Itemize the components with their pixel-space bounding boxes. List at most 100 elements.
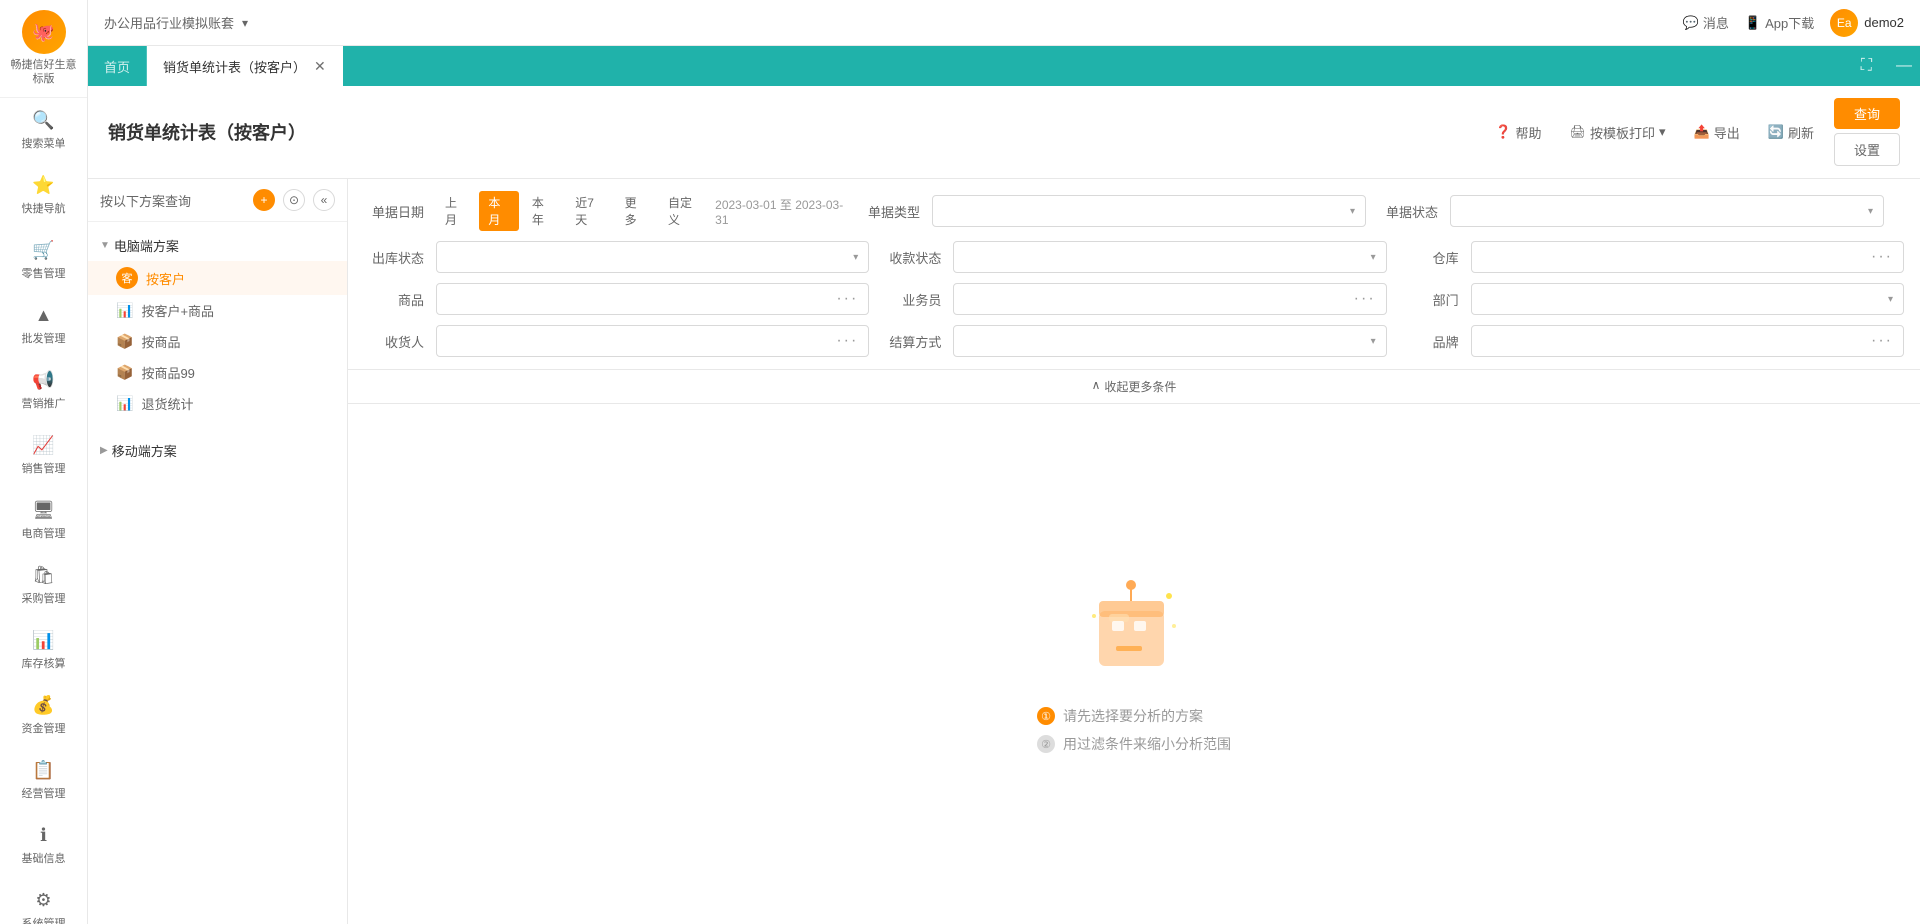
tree-parent-mobile[interactable]: ▶ 移动端方案 — [88, 435, 347, 466]
sidebar-label-wholesale: 批发管理 — [22, 330, 66, 346]
query-button[interactable]: 查询 — [1834, 98, 1900, 129]
avatar-text: Ea — [1837, 16, 1852, 30]
sidebar-item-ecommerce[interactable]: 🖥 电商管理 — [0, 488, 87, 553]
date-tab-last-month[interactable]: 上月 — [436, 191, 475, 231]
date-tabs: 上月 本月 本年 近7天 更多 自定义 — [436, 191, 709, 231]
receive-status-label: 收款状态 — [881, 248, 941, 267]
filter-row-1: 单据日期 上月 本月 本年 近7天 更多 自定义 2023-03-01 至 20… — [364, 191, 1904, 231]
app-download-button[interactable]: 📱 App下载 — [1745, 13, 1814, 32]
sidebar-item-finance[interactable]: 💰 资金管理 — [0, 683, 87, 748]
sidebar-item-marketing[interactable]: 📢 营销推广 — [0, 358, 87, 423]
left-panel-title: 按以下方案查询 — [100, 191, 191, 210]
clipboard-icon: 📋 — [32, 760, 54, 781]
sidebar-item-inventory[interactable]: 📊 库存核算 — [0, 618, 87, 683]
out-status-label: 出库状态 — [364, 248, 424, 267]
tree-child-by-customer-goods[interactable]: 📊 按客户+商品 — [88, 295, 347, 326]
receiver-input[interactable]: ··· — [436, 325, 869, 357]
sidebar-label-basic: 基础信息 — [22, 850, 66, 866]
tab-sales-stat[interactable]: 销货单统计表（按客户） ✕ — [147, 46, 343, 86]
filter-row-2: 出库状态 ▾ 收款状态 ▾ 仓库 ··· — [364, 241, 1904, 273]
top-header: 办公用品行业模拟账套 ▾ 💬 消息 📱 App下载 Ea demo2 — [88, 0, 1920, 46]
salesperson-input[interactable]: ··· — [953, 283, 1386, 315]
receive-status-input[interactable]: ▾ — [953, 241, 1386, 273]
out-status-input[interactable]: ▾ — [436, 241, 869, 273]
help-button[interactable]: ❓ 帮助 — [1487, 119, 1549, 146]
gear-icon: ⚙ — [35, 890, 51, 911]
search-icon: 🔍 — [32, 110, 54, 131]
tab-home[interactable]: 首页 — [88, 46, 147, 86]
sidebar-item-sales[interactable]: 📈 销售管理 — [0, 423, 87, 488]
megaphone-icon: 📢 — [32, 370, 54, 391]
tree-child-by-goods[interactable]: 📦 按商品 — [88, 326, 347, 357]
brand-input[interactable]: ··· — [1471, 325, 1904, 357]
goods-icon: 📦 — [116, 333, 133, 350]
department-input[interactable]: ▾ — [1471, 283, 1904, 315]
refresh-label: 刷新 — [1788, 123, 1814, 142]
sidebar-item-search-menu[interactable]: 🔍 搜索菜单 — [0, 98, 87, 163]
date-tab-7days[interactable]: 近7天 — [566, 191, 611, 231]
header-right: 💬 消息 📱 App下载 Ea demo2 — [1683, 9, 1904, 37]
box-icon: ▲ — [35, 305, 53, 326]
sidebar-item-retail[interactable]: 🛒 零售管理 — [0, 228, 87, 293]
avatar: Ea — [1830, 9, 1858, 37]
monitor-icon: 🖥 — [32, 500, 55, 521]
export-label: 导出 — [1714, 123, 1740, 142]
order-type-label: 单据类型 — [860, 202, 920, 221]
filter-row-3: 商品 ··· 业务员 ··· 部门 ▾ — [364, 283, 1904, 315]
tree-child-by-customer[interactable]: 客 按客户 — [88, 261, 347, 295]
out-status-dropdown-icon: ▾ — [853, 252, 858, 263]
sidebar-item-wholesale[interactable]: ▲ 批发管理 — [0, 293, 87, 358]
sidebar-item-quick-nav[interactable]: ⭐ 快捷导航 — [0, 163, 87, 228]
app-download-label: App下载 — [1765, 13, 1814, 32]
warehouse-input[interactable]: ··· — [1471, 241, 1904, 273]
sidebar-label-inventory: 库存核算 — [22, 655, 66, 671]
tree-parent-desktop[interactable]: ▼ 电脑端方案 — [88, 230, 347, 261]
sidebar-item-purchase[interactable]: 🛍 采购管理 — [0, 553, 87, 618]
collapse-filter-bar[interactable]: ∧ 收起更多条件 — [348, 370, 1920, 404]
sidebar-item-basic[interactable]: ℹ 基础信息 — [0, 813, 87, 878]
brand-label: 品牌 — [1399, 332, 1459, 351]
date-tab-this-year[interactable]: 本年 — [523, 191, 562, 231]
tab-close-icon[interactable]: ✕ — [314, 58, 326, 75]
sidebar-item-operations[interactable]: 📋 经营管理 — [0, 748, 87, 813]
date-tab-more[interactable]: 更多 — [616, 191, 655, 231]
message-button[interactable]: 💬 消息 — [1683, 13, 1729, 32]
goods-input[interactable]: ··· — [436, 283, 869, 315]
warehouse-label: 仓库 — [1399, 248, 1459, 267]
logo-text: 畅捷信好生意 标版 — [11, 58, 77, 87]
date-tab-this-month[interactable]: 本月 — [479, 191, 518, 231]
tab-expand-button[interactable]: ⛶ — [1849, 46, 1884, 86]
print-button[interactable]: 🖨 按模板打印 ▾ — [1562, 119, 1674, 146]
add-scheme-button[interactable]: + — [253, 189, 275, 211]
tree-section-mobile: ▶ 移动端方案 — [88, 427, 347, 474]
page-actions: ❓ 帮助 🖨 按模板打印 ▾ 📤 导出 🔄 刷新 查询 — [1487, 98, 1900, 166]
tree-child-return-stats[interactable]: 📊 退货统计 — [88, 388, 347, 419]
logo-icon: 🐙 — [22, 10, 66, 54]
sidebar-item-system[interactable]: ⚙ 系统管理 — [0, 878, 87, 924]
filter-row-4: 收货人 ··· 结算方式 ▾ 品牌 ··· — [364, 325, 1904, 357]
tree-child-by-goods99[interactable]: 📦 按商品99 — [88, 357, 347, 388]
sidebar-label-finance: 资金管理 — [22, 720, 66, 736]
order-status-input[interactable]: ▾ — [1450, 195, 1884, 227]
refresh-button[interactable]: 🔄 刷新 — [1760, 119, 1822, 146]
settings-button[interactable]: 设置 — [1834, 133, 1900, 166]
goods99-icon: 📦 — [116, 364, 133, 381]
sidebar-label-retail: 零售管理 — [22, 265, 66, 281]
collapse-panel-button[interactable]: « — [313, 189, 335, 211]
edit-scheme-button[interactable]: ⊙ — [283, 189, 305, 211]
order-type-input[interactable]: ▾ — [932, 195, 1366, 227]
department-label: 部门 — [1399, 290, 1459, 309]
user-profile[interactable]: Ea demo2 — [1830, 9, 1904, 37]
filter-area: 单据日期 上月 本月 本年 近7天 更多 自定义 2023-03-01 至 20… — [348, 179, 1920, 370]
tab-minimize-button[interactable]: — — [1888, 46, 1920, 86]
date-tab-custom[interactable]: 自定义 — [659, 191, 709, 231]
sidebar-label-marketing: 营销推广 — [22, 395, 66, 411]
salesperson-more-icon: ··· — [1354, 290, 1376, 308]
settlement-input[interactable]: ▾ — [953, 325, 1386, 357]
export-button[interactable]: 📤 导出 — [1686, 119, 1748, 146]
tree-expand-icon: ▼ — [100, 240, 110, 251]
tree-child-return-label: 退货统计 — [141, 394, 193, 413]
tip-num-1: ① — [1037, 707, 1055, 725]
user-circle-icon: 客 — [116, 267, 138, 289]
breadcrumb-dropdown-icon[interactable]: ▾ — [242, 16, 248, 30]
